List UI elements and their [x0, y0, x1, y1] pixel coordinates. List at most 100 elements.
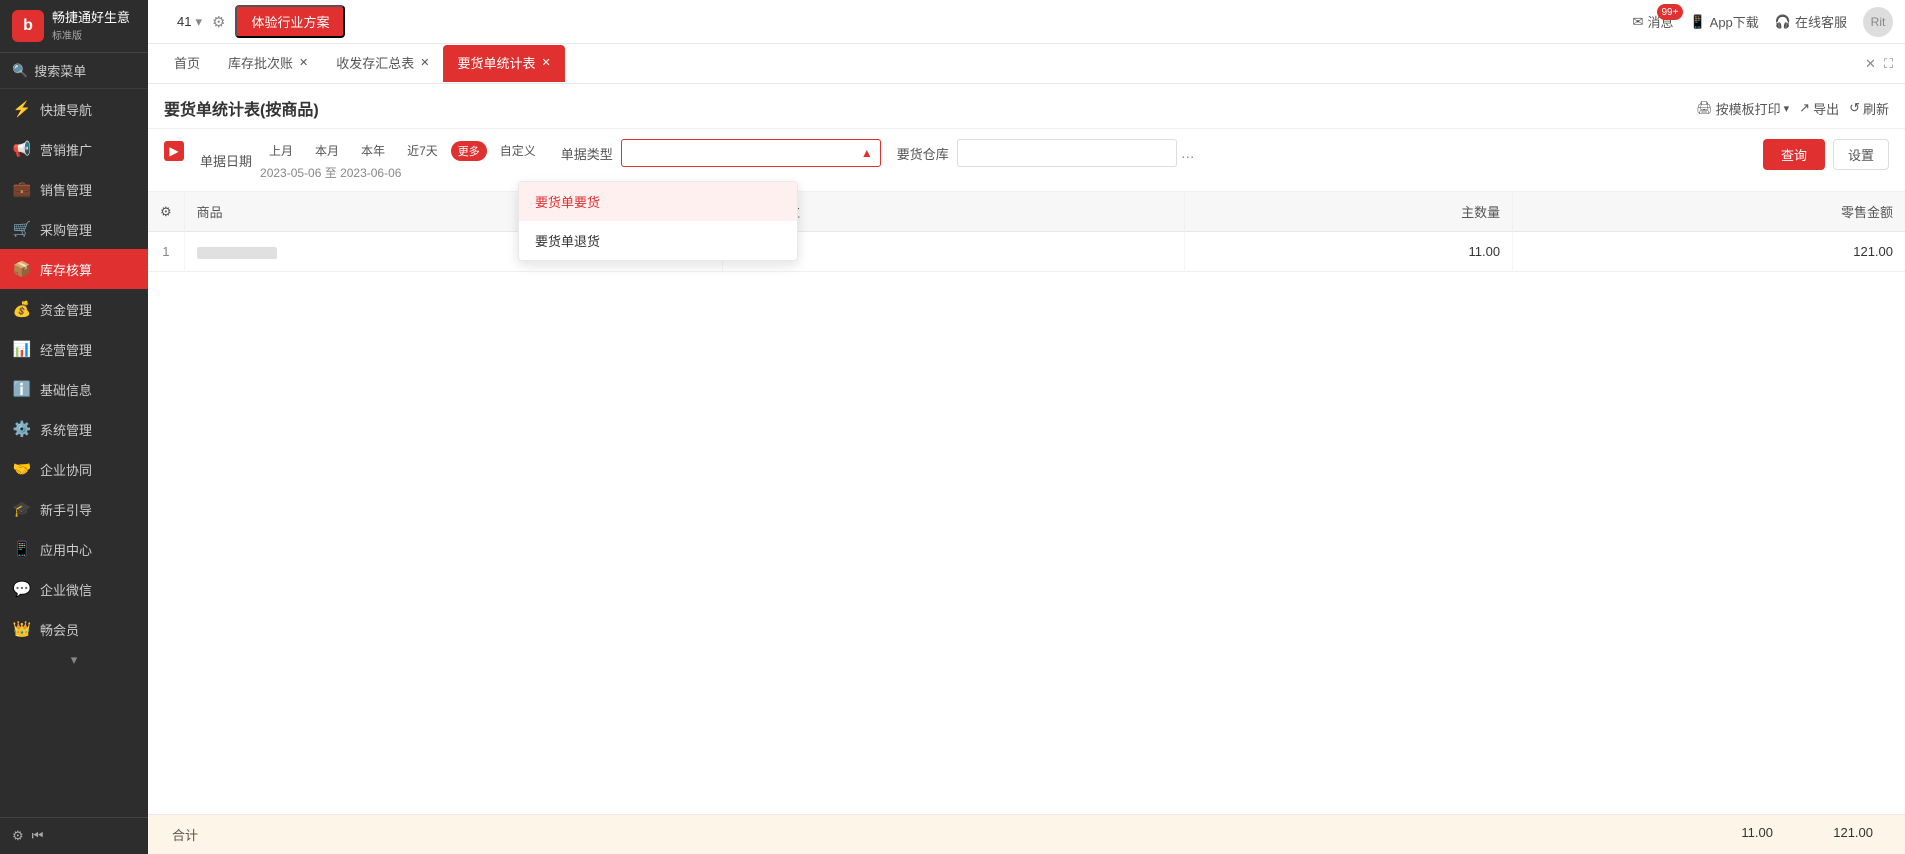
topbar-right: ✉ 消息 99+ 📱 App下载 🎧 在线客服 Rit [1633, 7, 1893, 37]
tab-expand-icon[interactable]: ⛶ [1884, 56, 1893, 72]
nav-icon-7: ℹ️ [12, 379, 32, 399]
nav-icon-10: 🎓 [12, 499, 32, 519]
sidebar-item-资金管理[interactable]: 💰 资金管理 [0, 289, 148, 329]
sidebar-item-采购管理[interactable]: 🛒 采购管理 [0, 209, 148, 249]
nav-icon-11: 📱 [12, 539, 32, 559]
online-service-btn[interactable]: 🎧 在线客服 [1775, 12, 1847, 31]
nav-label-8: 系统管理 [40, 420, 92, 439]
sidebar-item-营销推广[interactable]: 📢 营销推广 [0, 129, 148, 169]
nav-icon-13: 👑 [12, 619, 32, 639]
tabbar: 首页库存批次账 ✕收发存汇总表 ✕要货单统计表 ✕ ✕ ⛶ [148, 44, 1905, 84]
nav-label-10: 新手引导 [40, 500, 92, 519]
page-container: 要货单统计表(按商品) 🖨 按模板打印 ▾ ↗ 导出 ↺ 刷新 [148, 84, 1905, 854]
table-footer: 合计 11.00 121.00 [148, 814, 1905, 854]
query-button[interactable]: 查询 [1763, 139, 1825, 170]
sidebar-item-畅会员[interactable]: 👑 畅会员 [0, 609, 148, 649]
dropdown-item-0[interactable]: 要货单要货 [519, 182, 797, 221]
nav-label-0: 快捷导航 [40, 100, 92, 119]
type-filter-group: 单据类型 ▲ [561, 139, 881, 167]
trial-button[interactable]: 体验行业方案 [235, 5, 345, 38]
tab-close-1[interactable]: ✕ [299, 56, 308, 69]
tab-1[interactable]: 库存批次账 ✕ [214, 45, 322, 82]
nav-label-5: 资金管理 [40, 300, 92, 319]
tab-close-2[interactable]: ✕ [420, 56, 429, 69]
nav-icon-12: 💬 [12, 579, 32, 599]
tab-list: 首页库存批次账 ✕收发存汇总表 ✕要货单统计表 ✕ [160, 45, 565, 82]
nav-label-11: 应用中心 [40, 540, 92, 559]
tab-0[interactable]: 首页 [160, 45, 214, 82]
topbar-gear-icon[interactable]: ⚙ [212, 13, 225, 31]
nav-icon-4: 📦 [12, 259, 32, 279]
type-dropdown-menu: 要货单要货 要货单退货 [518, 181, 798, 261]
export-icon: ↗ [1799, 100, 1810, 116]
warehouse-more-icon[interactable]: … [1181, 145, 1195, 161]
sidebar-item-应用中心[interactable]: 📱 应用中心 [0, 529, 148, 569]
data-table: ⚙ 商品 主计量单位 主数量 零售金额 1 块 11.00 121.00 [148, 192, 1905, 272]
sidebar-item-销售管理[interactable]: 💼 销售管理 [0, 169, 148, 209]
tab-label-2: 收发存汇总表 [336, 53, 414, 72]
export-action[interactable]: ↗ 导出 [1799, 99, 1839, 118]
setting-button[interactable]: 设置 [1833, 139, 1889, 170]
tab-2[interactable]: 收发存汇总表 ✕ [322, 45, 443, 82]
tab-close-3[interactable]: ✕ [542, 56, 551, 69]
sidebar-item-快捷导航[interactable]: ⚡ 快捷导航 [0, 89, 148, 129]
sidebar-item-基础信息[interactable]: ℹ️ 基础信息 [0, 369, 148, 409]
sidebar-item-企业协同[interactable]: 🤝 企业协同 [0, 449, 148, 489]
footer-label: 合计 [160, 825, 280, 844]
print-icon: 🖨 [1696, 100, 1713, 116]
message-btn[interactable]: ✉ 消息 99+ [1633, 12, 1674, 31]
tab-label-1: 库存批次账 [228, 53, 293, 72]
filter-expand-btn[interactable]: ▶ [164, 141, 184, 161]
search-menu[interactable]: 🔍 搜索菜单 [0, 53, 148, 89]
date-last-month[interactable]: 上月 [260, 139, 302, 162]
store-dropdown-icon[interactable]: ▾ [195, 14, 202, 30]
date-last-7-days[interactable]: 近7天 [398, 139, 447, 162]
type-input[interactable] [621, 139, 881, 167]
dropdown-item-1[interactable]: 要货单退货 [519, 221, 797, 260]
topbar: 41 ▾ ⚙ 体验行业方案 ✉ 消息 99+ 📱 App下载 🎧 在线客服 Ri… [148, 0, 1905, 44]
avatar-text: Rit [1871, 15, 1886, 29]
app-download-btn[interactable]: 📱 App下载 [1689, 12, 1758, 31]
tab-3[interactable]: 要货单统计表 ✕ [443, 45, 564, 82]
nav-label-2: 销售管理 [40, 180, 92, 199]
online-service-label: 在线客服 [1795, 12, 1847, 31]
warehouse-filter-group: 要货仓库 … [897, 139, 1195, 167]
message-icon: ✉ [1633, 14, 1644, 30]
type-dropdown-arrow[interactable]: ▲ [861, 146, 873, 160]
print-action[interactable]: 🖨 按模板打印 ▾ [1696, 99, 1789, 118]
nav-icon-0: ⚡ [12, 99, 32, 119]
date-more[interactable]: 更多 [451, 141, 487, 161]
table-row: 1 块 11.00 121.00 [148, 232, 1905, 272]
date-custom[interactable]: 自定义 [491, 139, 545, 162]
sidebar-logo: b 畅捷通好生意 标准版 [0, 0, 148, 53]
nav-icon-9: 🤝 [12, 459, 32, 479]
user-avatar[interactable]: Rit [1863, 7, 1893, 37]
sidebar-item-系统管理[interactable]: ⚙️ 系统管理 [0, 409, 148, 449]
sidebar-item-库存核算[interactable]: 📦 库存核算 [0, 249, 148, 289]
cell-amount-0: 121.00 [1513, 232, 1905, 272]
sidebar-item-新手引导[interactable]: 🎓 新手引导 [0, 489, 148, 529]
date-this-month[interactable]: 本月 [306, 139, 348, 162]
tab-close-all-icon[interactable]: ✕ [1865, 56, 1876, 72]
refresh-icon: ↺ [1849, 100, 1860, 116]
table-header: ⚙ 商品 主计量单位 主数量 零售金额 [148, 192, 1905, 232]
warehouse-input[interactable] [957, 139, 1177, 167]
sidebar-scroll-down[interactable]: ▾ [0, 649, 148, 671]
nav-icon-8: ⚙️ [12, 419, 32, 439]
th-quantity: 主数量 [1184, 192, 1512, 232]
app-name: 畅捷通好生意 [52, 10, 130, 27]
app-edition: 标准版 [52, 27, 130, 42]
date-filter-label: 单据日期 [200, 151, 252, 170]
settings-icon: ⚙ [12, 828, 24, 844]
sidebar-bottom[interactable]: ⚙ ⏮ [0, 817, 148, 854]
sidebar-item-经营管理[interactable]: 📊 经营管理 [0, 329, 148, 369]
date-this-year[interactable]: 本年 [352, 139, 394, 162]
nav-label-13: 畅会员 [40, 620, 79, 639]
refresh-action[interactable]: ↺ 刷新 [1849, 99, 1889, 118]
nav-icon-1: 📢 [12, 139, 32, 159]
sidebar-item-企业微信[interactable]: 💬 企业微信 [0, 569, 148, 609]
message-badge: 99+ [1657, 4, 1684, 20]
refresh-label: 刷新 [1863, 99, 1889, 118]
sidebar: b 畅捷通好生意 标准版 🔍 搜索菜单 ⚡ 快捷导航 📢 营销推广 💼 销售管理… [0, 0, 148, 854]
sidebar-nav: ⚡ 快捷导航 📢 营销推广 💼 销售管理 🛒 采购管理 📦 库存核算 💰 资金管… [0, 89, 148, 649]
